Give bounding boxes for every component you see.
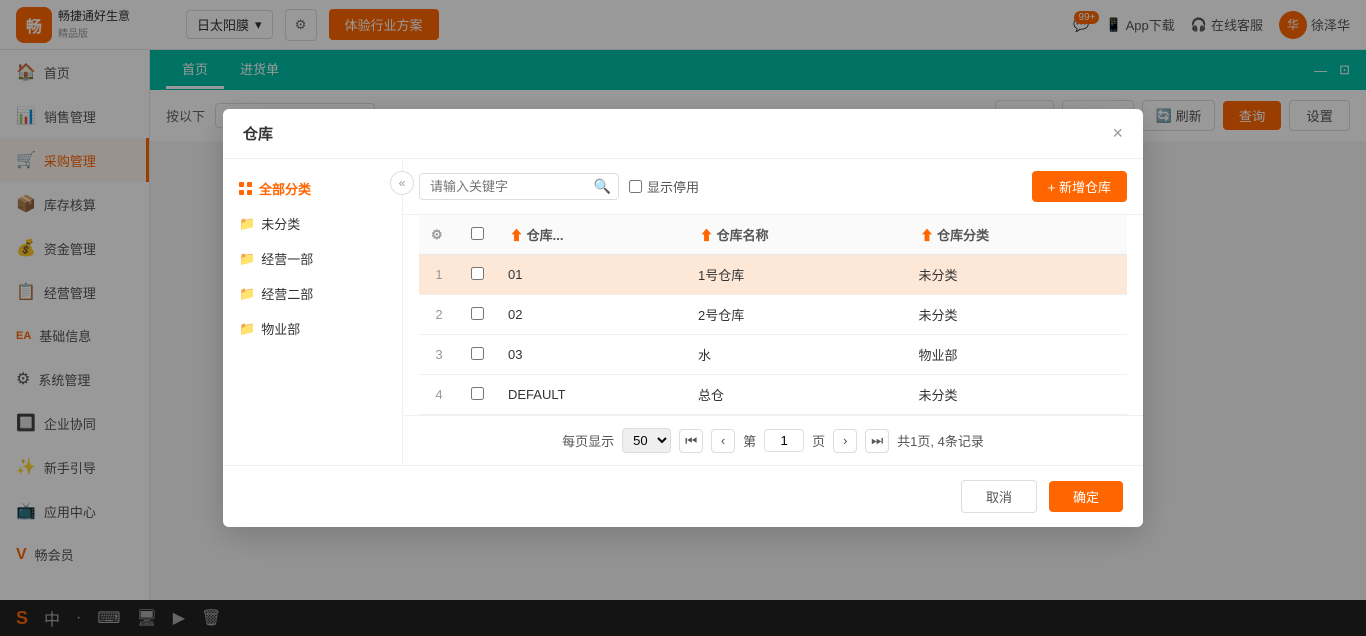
folder-icon: 📁	[239, 286, 255, 302]
table-row[interactable]: 2 02 2号仓库 未分类	[419, 295, 1127, 335]
row-name: 1号仓库	[686, 255, 906, 295]
row-name: 2号仓库	[686, 295, 906, 335]
th-code: ⬆ 仓库...	[496, 215, 686, 255]
sort-icon: ⬆	[510, 228, 523, 243]
modal-close-button[interactable]: ×	[1112, 123, 1123, 144]
show-disabled-input[interactable]	[629, 180, 642, 193]
folder-icon: 📁	[239, 216, 255, 232]
row-select-checkbox[interactable]	[471, 387, 484, 400]
sort-icon3: ⬆	[921, 228, 934, 243]
per-page-select[interactable]: 50	[622, 428, 671, 453]
row-name: 总仓	[686, 375, 906, 415]
pagination: 每页显示 50 ⏮ ‹ 第 页 › ⏭ 共1页, 4条记录	[403, 415, 1143, 465]
row-select-checkbox[interactable]	[471, 347, 484, 360]
table-header: ⚙ ⬆ 仓库... ⬆ 仓库名称 ⬆ 仓库分类	[419, 215, 1127, 255]
modal-header: 仓库 ×	[223, 109, 1143, 159]
row-num: 4	[419, 375, 459, 415]
cancel-button[interactable]: 取消	[961, 480, 1037, 513]
tree-collapse-button[interactable]: «	[390, 171, 414, 195]
search-input[interactable]	[419, 173, 619, 200]
row-code: 03	[496, 335, 686, 375]
show-disabled-checkbox[interactable]: 显示停用	[629, 177, 699, 196]
th-checkbox[interactable]	[459, 215, 496, 255]
grid-icon	[239, 182, 253, 196]
th-name: ⬆ 仓库名称	[686, 215, 906, 255]
table-row[interactable]: 4 DEFAULT 总仓 未分类	[419, 375, 1127, 415]
modal-overlay: 仓库 × « 全部分类 📁 未分类 📁 经营一部	[0, 0, 1366, 636]
tree-item-label: 未分类	[261, 214, 300, 233]
show-disabled-label: 显示停用	[647, 177, 699, 196]
row-name: 水	[686, 335, 906, 375]
row-checkbox[interactable]	[459, 295, 496, 335]
tree-item-dept2[interactable]: 📁 经营二部	[223, 276, 402, 311]
row-num: 1	[419, 255, 459, 295]
tree-item-label: 经营二部	[261, 284, 313, 303]
th-gear[interactable]: ⚙	[419, 215, 459, 255]
row-code: DEFAULT	[496, 375, 686, 415]
confirm-button[interactable]: 确定	[1049, 481, 1123, 512]
tree-item-property[interactable]: 📁 物业部	[223, 311, 402, 346]
tree-item-uncategorized[interactable]: 📁 未分类	[223, 206, 402, 241]
page-suffix: 页	[812, 431, 825, 450]
tree-item-dept1[interactable]: 📁 经营一部	[223, 241, 402, 276]
row-code: 01	[496, 255, 686, 295]
modal-title: 仓库	[243, 123, 273, 144]
folder-icon: 📁	[239, 251, 255, 267]
modal-body: « 全部分类 📁 未分类 📁 经营一部 📁 经营二部	[223, 159, 1143, 465]
th-category: ⬆ 仓库分类	[907, 215, 1128, 255]
gear-icon: ⚙	[431, 227, 443, 242]
search-wrap: 🔍	[419, 173, 619, 200]
prev-page-button[interactable]: ‹	[711, 429, 735, 453]
row-select-checkbox[interactable]	[471, 307, 484, 320]
next-page-button[interactable]: ›	[833, 429, 857, 453]
total-label: 共1页, 4条记录	[897, 431, 984, 450]
warehouse-table-wrap: ⚙ ⬆ 仓库... ⬆ 仓库名称 ⬆ 仓库分类 1 01	[403, 215, 1143, 415]
table-row[interactable]: 3 03 水 物业部	[419, 335, 1127, 375]
row-num: 2	[419, 295, 459, 335]
folder-icon: 📁	[239, 321, 255, 337]
modal-footer: 取消 确定	[223, 465, 1143, 527]
row-category: 物业部	[907, 335, 1128, 375]
add-warehouse-button[interactable]: + 新增仓库	[1032, 171, 1127, 202]
row-checkbox[interactable]	[459, 255, 496, 295]
tree-all-label: 全部分类	[259, 179, 311, 198]
row-category: 未分类	[907, 375, 1128, 415]
row-checkbox[interactable]	[459, 335, 496, 375]
warehouse-table: ⚙ ⬆ 仓库... ⬆ 仓库名称 ⬆ 仓库分类 1 01	[419, 215, 1127, 415]
row-select-checkbox[interactable]	[471, 267, 484, 280]
page-number-input[interactable]	[764, 429, 804, 452]
page-label: 第	[743, 431, 756, 450]
row-category: 未分类	[907, 255, 1128, 295]
category-tree-panel: « 全部分类 📁 未分类 📁 经营一部 📁 经营二部	[223, 159, 403, 465]
tree-item-label: 物业部	[261, 319, 300, 338]
per-page-label: 每页显示	[562, 431, 614, 450]
table-row[interactable]: 1 01 1号仓库 未分类	[419, 255, 1127, 295]
table-body: 1 01 1号仓库 未分类 2 02 2号仓库	[419, 255, 1127, 415]
select-all-checkbox[interactable]	[471, 227, 484, 240]
search-icon: 🔍	[594, 178, 611, 195]
content-toolbar: 🔍 显示停用 + 新增仓库	[403, 159, 1143, 215]
row-checkbox[interactable]	[459, 375, 496, 415]
first-page-button[interactable]: ⏮	[679, 429, 703, 453]
tree-item-label: 经营一部	[261, 249, 313, 268]
sort-icon2: ⬆	[700, 228, 713, 243]
warehouse-content-panel: 🔍 显示停用 + 新增仓库 ⚙	[403, 159, 1143, 465]
warehouse-modal: 仓库 × « 全部分类 📁 未分类 📁 经营一部	[223, 109, 1143, 527]
row-code: 02	[496, 295, 686, 335]
row-category: 未分类	[907, 295, 1128, 335]
last-page-button[interactable]: ⏭	[865, 429, 889, 453]
tree-item-all[interactable]: 全部分类	[223, 171, 402, 206]
row-num: 3	[419, 335, 459, 375]
